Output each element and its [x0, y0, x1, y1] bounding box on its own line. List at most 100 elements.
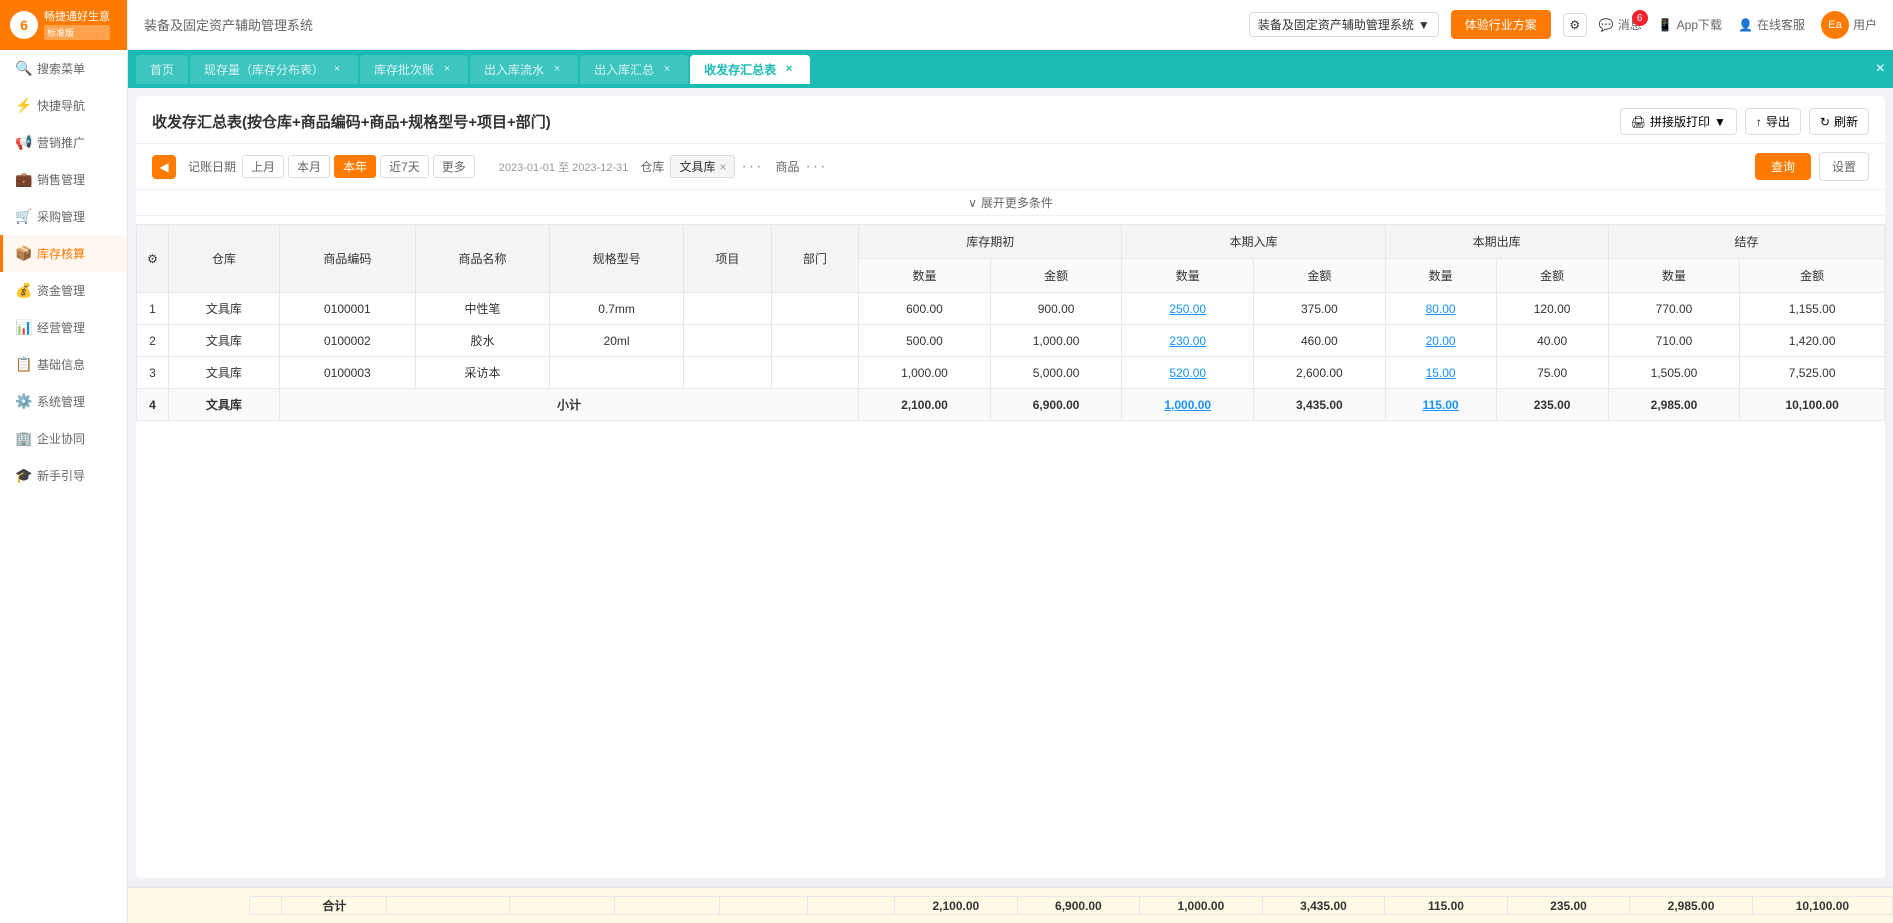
row-seq: 1 — [137, 293, 169, 325]
tab-inventory-dist[interactable]: 现存量（库存分布表） × — [190, 55, 358, 84]
close-all-tabs-button[interactable]: × — [1876, 60, 1885, 78]
row-opening-amount: 5,000.00 — [990, 357, 1122, 389]
filter-collapse-button[interactable]: ◀ — [152, 155, 176, 179]
tab-close-icon[interactable]: × — [782, 62, 796, 76]
tab-inout-flow[interactable]: 出入库流水 × — [470, 55, 578, 84]
row-out-qty[interactable]: 15.00 — [1385, 357, 1496, 389]
sidebar-item-quicknav[interactable]: ⚡ 快捷导航 — [0, 87, 127, 124]
print-icon: 🖨 — [1631, 115, 1646, 129]
app-download-button[interactable]: 📱 App下载 — [1658, 16, 1722, 33]
expand-more-button[interactable]: ∨ 展开更多条件 — [968, 194, 1053, 211]
warehouse-tag-close-button[interactable]: × — [719, 160, 726, 174]
refresh-button[interactable]: ↻ 刷新 — [1809, 108, 1869, 135]
sidebar-item-purchase[interactable]: 🛒 采购管理 — [0, 198, 127, 235]
tab-recv-summary[interactable]: 收发存汇总表 × — [690, 55, 810, 84]
row-seq: 3 — [137, 357, 169, 389]
user-menu-button[interactable]: Ea 用户 — [1821, 11, 1877, 39]
online-service-button[interactable]: 👤 在线客服 — [1738, 16, 1805, 33]
subtotal-out-qty[interactable]: 115.00 — [1385, 389, 1496, 421]
col-header-opening-amount: 金额 — [990, 259, 1122, 293]
subtotal-row: 4 文具库 小计 2,100.00 6,900.00 1,000.00 3,43… — [137, 389, 1885, 421]
sidebar-item-newbie[interactable]: 🎓 新手引导 — [0, 457, 127, 494]
arrow-left-icon: ◀ — [159, 160, 168, 174]
chevron-down-icon: ∨ — [968, 196, 977, 210]
main-area: 装备及固定资产辅助管理系统 装备及固定资产辅助管理系统 ▼ 体验行业方案 ⚙ 💬… — [128, 0, 1893, 923]
col-header-warehouse: 仓库 — [169, 225, 280, 293]
table-row: 1 文具库 0100001 中性笔 0.7mm 600.00 900.00 25… — [137, 293, 1885, 325]
sidebar-item-enterprise[interactable]: 🏢 企业协同 — [0, 420, 127, 457]
goods-filter-ellipsis[interactable]: ··· — [805, 158, 827, 176]
row-project — [684, 357, 772, 389]
sidebar-item-sales[interactable]: 💼 销售管理 — [0, 161, 127, 198]
subtotal-in-qty[interactable]: 1,000.00 — [1122, 389, 1254, 421]
tab-batch-accounts[interactable]: 库存批次账 × — [360, 55, 468, 84]
tab-label: 首页 — [150, 61, 174, 78]
row-in-qty[interactable]: 520.00 — [1122, 357, 1254, 389]
row-warehouse: 文具库 — [169, 293, 280, 325]
sidebar-item-finance[interactable]: 💰 资金管理 — [0, 272, 127, 309]
tab-close-icon[interactable]: × — [660, 62, 674, 76]
date-range-display: 2023-01-01 至 2023-12-31 — [499, 159, 629, 175]
mobile-icon: 📱 — [1658, 18, 1673, 32]
footer-opening-qty: 2,100.00 — [895, 897, 1018, 915]
warehouse-filter-ellipsis[interactable]: ··· — [741, 158, 763, 176]
footer-balance-qty: 2,985.00 — [1630, 897, 1753, 915]
row-out-qty[interactable]: 80.00 — [1385, 293, 1496, 325]
filter-settings-button[interactable]: 设置 — [1819, 152, 1869, 181]
col-header-out: 本期出库 — [1385, 225, 1608, 259]
page-actions: 🖨 拼接版打印 ▼ ↑ 导出 ↻ 刷新 — [1620, 108, 1869, 135]
row-in-qty[interactable]: 230.00 — [1122, 325, 1254, 357]
footer-in-qty: 1,000.00 — [1140, 897, 1263, 915]
system-dropdown[interactable]: 装备及固定资产辅助管理系统 ▼ — [1249, 12, 1439, 37]
row-goods-name: 胶水 — [415, 325, 549, 357]
print-button[interactable]: 🖨 拼接版打印 ▼ — [1620, 108, 1737, 135]
sidebar-item-label: 采购管理 — [37, 208, 85, 225]
subtotal-balance-amount: 10,100.00 — [1740, 389, 1885, 421]
row-dept — [771, 357, 859, 389]
sidebar-item-search[interactable]: 🔍 搜索菜单 — [0, 50, 127, 87]
tab-close-icon[interactable]: × — [440, 62, 454, 76]
sidebar-item-system[interactable]: ⚙️ 系统管理 — [0, 383, 127, 420]
export-icon: ↑ — [1756, 115, 1762, 129]
message-badge: 6 — [1632, 10, 1648, 26]
warehouse-tag: 文具库 × — [670, 155, 735, 178]
message-button[interactable]: 💬 消息 6 — [1599, 16, 1642, 33]
sales-icon: 💼 — [15, 171, 31, 188]
warehouse-tag-value: 文具库 — [679, 158, 715, 175]
col-settings[interactable]: ⚙ — [137, 225, 169, 293]
sidebar-item-basicinfo[interactable]: 📋 基础信息 — [0, 346, 127, 383]
tab-home[interactable]: 首页 — [136, 55, 188, 84]
sidebar-item-inventory[interactable]: 📦 库存核算 — [0, 235, 127, 272]
tab-close-icon[interactable]: × — [550, 62, 564, 76]
row-opening-amount: 1,000.00 — [990, 325, 1122, 357]
date-more-button[interactable]: 更多 — [433, 155, 475, 178]
row-in-qty[interactable]: 250.00 — [1122, 293, 1254, 325]
row-out-qty[interactable]: 20.00 — [1385, 325, 1496, 357]
row-seq: 2 — [137, 325, 169, 357]
search-icon: 🔍 — [15, 60, 31, 77]
col-header-goods-code: 商品编码 — [279, 225, 415, 293]
avatar: Ea — [1821, 11, 1849, 39]
row-in-amount: 375.00 — [1254, 293, 1386, 325]
tab-close-icon[interactable]: × — [330, 62, 344, 76]
row-in-amount: 2,600.00 — [1254, 357, 1386, 389]
sidebar-item-label: 经营管理 — [37, 319, 85, 336]
query-button[interactable]: 查询 — [1755, 153, 1811, 180]
subtotal-warehouse: 文具库 — [169, 389, 280, 421]
date-7days-button[interactable]: 近7天 — [380, 155, 429, 178]
export-button[interactable]: ↑ 导出 — [1745, 108, 1801, 135]
tab-inout-summary[interactable]: 出入库汇总 × — [580, 55, 688, 84]
sidebar-item-operations[interactable]: 📊 经营管理 — [0, 309, 127, 346]
row-dept — [771, 325, 859, 357]
date-last-month-button[interactable]: 上月 — [242, 155, 284, 178]
experience-button[interactable]: 体验行业方案 — [1451, 10, 1551, 39]
sidebar-item-label: 快捷导航 — [37, 97, 85, 114]
date-this-month-button[interactable]: 本月 — [288, 155, 330, 178]
sidebar-item-label: 营销推广 — [37, 134, 85, 151]
sidebar-item-marketing[interactable]: 📢 营销推广 — [0, 124, 127, 161]
subtotal-seq: 4 — [137, 389, 169, 421]
settings-gear-button[interactable]: ⚙ — [1563, 13, 1587, 37]
goods-filter-group: 商品 ··· — [775, 158, 827, 176]
col-header-in-qty: 数量 — [1122, 259, 1254, 293]
date-this-year-button[interactable]: 本年 — [334, 155, 376, 178]
